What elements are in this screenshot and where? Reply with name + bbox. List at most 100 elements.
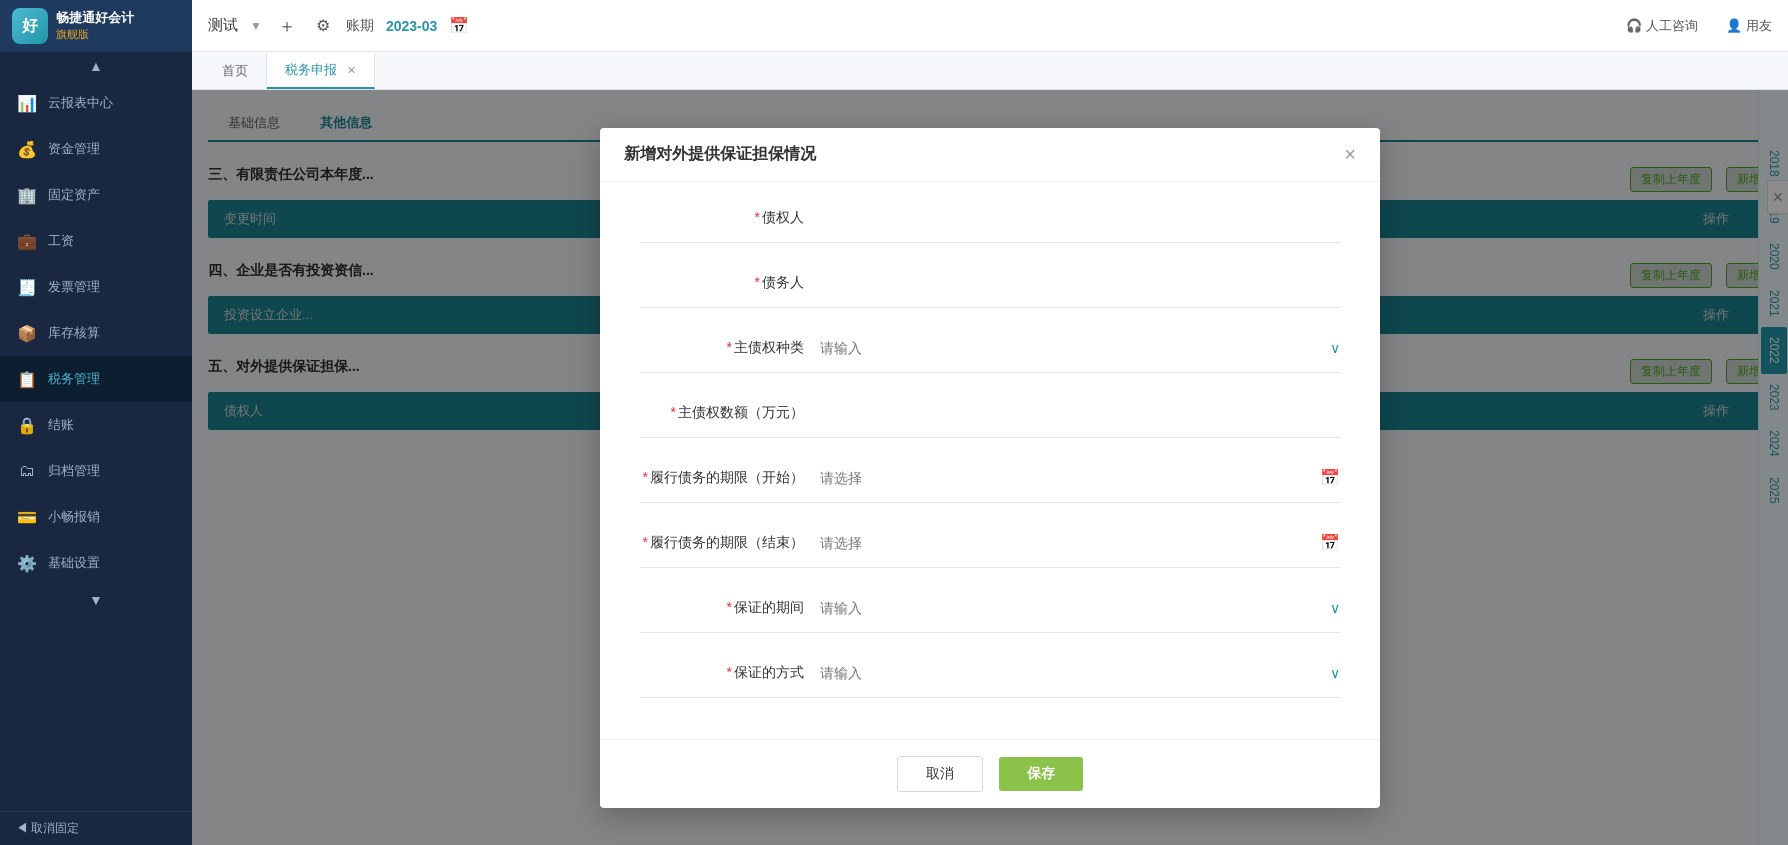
period-end-input[interactable] — [820, 531, 1320, 555]
form-row-debtor: *债务人 — [640, 271, 1340, 308]
claim-type-input[interactable] — [820, 336, 1330, 360]
support-button[interactable]: 🎧 人工咨询 — [1626, 17, 1698, 35]
sidebar-label-tax-mgmt: 税务管理 — [48, 370, 100, 388]
sidebar-item-tax-mgmt[interactable]: 📋 税务管理 — [0, 356, 192, 402]
guarantee-method-input[interactable] — [820, 661, 1330, 685]
guarantee-method-wrapper: ∨ — [820, 661, 1340, 685]
inventory-icon: 📦 — [16, 322, 38, 344]
form-label-guarantee-method: *保证的方式 — [640, 664, 820, 682]
claim-type-chevron-icon[interactable]: ∨ — [1330, 340, 1340, 356]
sidebar-item-fund-mgmt[interactable]: 💰 资金管理 — [0, 126, 192, 172]
invoice-mgmt-icon: 🧾 — [16, 276, 38, 298]
logo-icon: 好 — [12, 8, 48, 44]
sidebar-item-basic-settings[interactable]: ⚙️ 基础设置 — [0, 540, 192, 586]
sidebar-item-inventory[interactable]: 📦 库存核算 — [0, 310, 192, 356]
sidebar-label-close-accounts: 结账 — [48, 416, 74, 434]
sidebar-scroll: ▲ 📊 云报表中心 💰 资金管理 🏢 固定资产 💼 工资 🧾 发票管理 — [0, 52, 192, 811]
claim-amount-input[interactable] — [820, 401, 1340, 425]
period-end-wrapper: 📅 — [820, 531, 1340, 555]
sidebar-item-fixed-assets[interactable]: 🏢 固定资产 — [0, 172, 192, 218]
cancel-fixed-label: 取消固定 — [31, 821, 79, 835]
form-label-period-start: *履行债务的期限（开始） — [640, 469, 820, 487]
sidebar-label-invoice-mgmt: 发票管理 — [48, 278, 100, 296]
topbar: 测试 ▼ ＋ ⚙ 账期 2023-03 📅 🎧 人工咨询 👤 用友 — [192, 0, 1788, 52]
required-star-creditor: * — [755, 209, 760, 225]
guarantee-period-chevron-icon[interactable]: ∨ — [1330, 600, 1340, 616]
form-row-period-end: *履行债务的期限（结束） 📅 — [640, 531, 1340, 568]
modal-close-icon[interactable]: × — [1344, 144, 1356, 164]
sidebar-label-xiaochang: 小畅报销 — [48, 508, 100, 526]
tab-tax-report[interactable]: 税务申报 ✕ — [267, 53, 375, 89]
tab-home-label: 首页 — [222, 63, 248, 78]
sidebar-item-cloud-report[interactable]: 📊 云报表中心 — [0, 80, 192, 126]
guarantee-period-wrapper: ∨ — [820, 596, 1340, 620]
tab-tax-report-label: 税务申报 — [285, 62, 337, 77]
guarantee-period-input[interactable] — [820, 596, 1330, 620]
period-label: 账期 — [346, 17, 374, 35]
required-star-guarantee-period: * — [727, 599, 732, 615]
xiaochang-icon: 💳 — [16, 506, 38, 528]
logo-text: 畅捷通好会计 — [56, 10, 134, 27]
modal-header: 新增对外提供保证担保情况 × — [600, 128, 1380, 182]
sidebar-item-xiaochang[interactable]: 💳 小畅报销 — [0, 494, 192, 540]
cancel-button[interactable]: 取消 — [897, 756, 983, 792]
sidebar-logo: 好 畅捷通好会计 旗舰版 — [0, 0, 192, 52]
logo-text-wrapper: 畅捷通好会计 旗舰版 — [56, 10, 134, 42]
guarantee-method-chevron-icon[interactable]: ∨ — [1330, 665, 1340, 681]
tax-mgmt-icon: 📋 — [16, 368, 38, 390]
user-button[interactable]: 👤 用友 — [1726, 17, 1772, 35]
required-star-guarantee-method: * — [727, 664, 732, 680]
modal-body: *债权人 *债务人 — [600, 182, 1380, 739]
cloud-report-icon: 📊 — [16, 92, 38, 114]
period-start-input[interactable] — [820, 466, 1320, 490]
form-row-guarantee-method: *保证的方式 ∨ — [640, 661, 1340, 698]
payroll-icon: 💼 — [16, 230, 38, 252]
debtor-input[interactable] — [820, 271, 1340, 295]
form-label-guarantee-period: *保证的期间 — [640, 599, 820, 617]
form-label-period-end: *履行债务的期限（结束） — [640, 534, 820, 552]
modal-title: 新增对外提供保证担保情况 — [624, 144, 816, 165]
tab-tax-report-close-icon[interactable]: ✕ — [347, 64, 356, 76]
support-label: 人工咨询 — [1646, 17, 1698, 35]
sidebar-label-fund-mgmt: 资金管理 — [48, 140, 100, 158]
scroll-up-btn[interactable]: ▲ — [0, 52, 192, 80]
add-icon[interactable]: ＋ — [274, 10, 300, 42]
company-chevron-icon[interactable]: ▼ — [250, 19, 262, 33]
app-container: 好 畅捷通好会计 旗舰版 ▲ 📊 云报表中心 💰 资金管理 🏢 固定资产 � — [0, 0, 1788, 845]
form-label-claim-amount: *主债权数额（万元） — [640, 404, 820, 422]
close-accounts-icon: 🔒 — [16, 414, 38, 436]
sidebar-label-payroll: 工资 — [48, 232, 74, 250]
period-end-calendar-icon[interactable]: 📅 — [1320, 533, 1340, 552]
headset-icon: 🎧 — [1626, 18, 1642, 33]
scroll-down-btn[interactable]: ▼ — [0, 586, 192, 614]
archive-mgmt-icon: 🗂 — [16, 460, 38, 482]
sidebar-bottom-action[interactable]: ◀ 取消固定 — [0, 811, 192, 845]
form-row-period-start: *履行债务的期限（开始） 📅 — [640, 466, 1340, 503]
form-row-claim-amount: *主债权数额（万元） — [640, 401, 1340, 438]
creditor-input[interactable] — [820, 206, 1340, 230]
modal-footer: 取消 保存 — [600, 739, 1380, 808]
form-row-creditor: *债权人 — [640, 206, 1340, 243]
period-value: 2023-03 — [386, 18, 437, 34]
user-label: 用友 — [1746, 17, 1772, 35]
sidebar-item-archive-mgmt[interactable]: 🗂 归档管理 — [0, 448, 192, 494]
sidebar-label-fixed-assets: 固定资产 — [48, 186, 100, 204]
save-button[interactable]: 保存 — [999, 757, 1083, 791]
modal-overlay: 新增对外提供保证担保情况 × *债权人 — [192, 90, 1788, 845]
sidebar-label-basic-settings: 基础设置 — [48, 554, 100, 572]
form-label-creditor: *债权人 — [640, 209, 820, 227]
sidebar-item-payroll[interactable]: 💼 工资 — [0, 218, 192, 264]
gear-icon[interactable]: ⚙ — [312, 12, 334, 39]
form-label-debtor: *债务人 — [640, 274, 820, 292]
required-star-claim-type: * — [727, 339, 732, 355]
content-area: 基础信息 其他信息 三、有限责任公司本年度... 复制上年度 新增 变更时间 — [192, 90, 1788, 845]
sidebar-item-invoice-mgmt[interactable]: 🧾 发票管理 — [0, 264, 192, 310]
sidebar-item-close-accounts[interactable]: 🔒 结账 — [0, 402, 192, 448]
period-start-calendar-icon[interactable]: 📅 — [1320, 468, 1340, 487]
tab-home[interactable]: 首页 — [204, 54, 267, 88]
form-row-claim-type: *主债权种类 ∨ — [640, 336, 1340, 373]
user-icon: 👤 — [1726, 18, 1742, 33]
sidebar-label-cloud-report: 云报表中心 — [48, 94, 113, 112]
period-calendar-icon[interactable]: 📅 — [449, 16, 469, 35]
sidebar-label-inventory: 库存核算 — [48, 324, 100, 342]
